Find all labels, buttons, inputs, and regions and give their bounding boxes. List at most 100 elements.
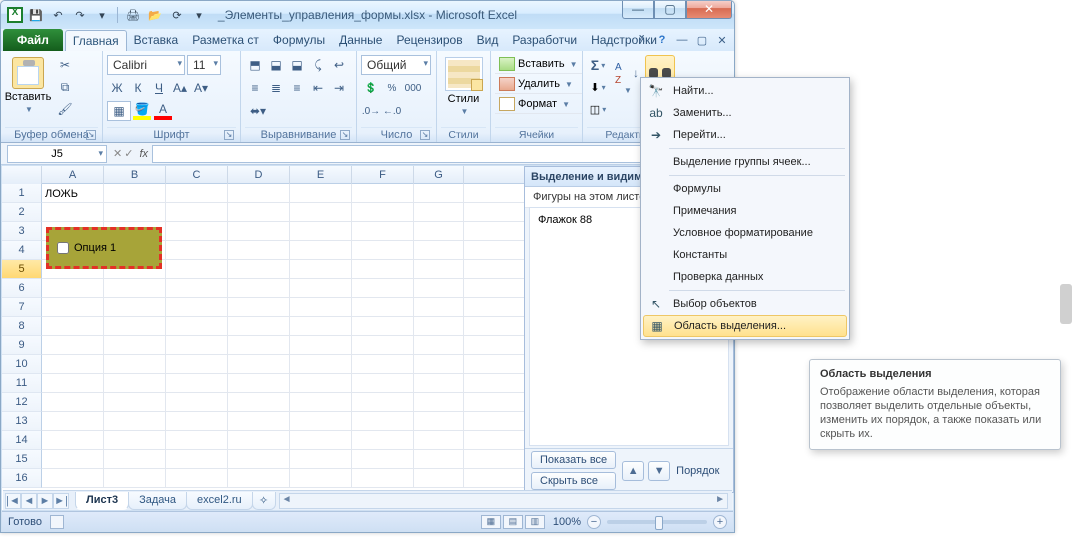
col-header[interactable]: F — [352, 166, 414, 184]
first-sheet-icon[interactable]: |◄ — [5, 493, 21, 509]
cell[interactable] — [414, 222, 464, 241]
horizontal-scrollbar[interactable] — [279, 493, 728, 509]
row-header[interactable]: 8 — [2, 317, 42, 336]
align-bottom-icon[interactable]: ⬓ — [287, 55, 307, 75]
cell[interactable] — [104, 431, 166, 450]
currency-icon[interactable]: 💲 — [361, 78, 381, 98]
menu-item[interactable]: ↖Выбор объектов — [643, 293, 847, 315]
cell[interactable] — [228, 317, 290, 336]
menu-item[interactable]: ➔Перейти... — [643, 124, 847, 146]
menu-item[interactable]: Формулы — [643, 178, 847, 200]
cell[interactable] — [104, 336, 166, 355]
cell[interactable] — [290, 469, 352, 488]
cell[interactable] — [104, 203, 166, 222]
cell[interactable] — [166, 450, 228, 469]
comma-icon[interactable]: 000 — [403, 78, 423, 98]
file-tab[interactable]: Файл — [3, 29, 63, 51]
open-icon[interactable]: 📂 — [146, 6, 164, 24]
tab-layout[interactable]: Разметка ст — [185, 30, 266, 51]
paste-button[interactable]: Вставить ▼ — [5, 55, 51, 125]
cell[interactable] — [104, 317, 166, 336]
italic-button[interactable]: К — [128, 78, 148, 98]
menu-item[interactable]: Примечания — [643, 200, 847, 222]
cell[interactable] — [42, 374, 104, 393]
cell[interactable] — [42, 469, 104, 488]
cell[interactable] — [414, 374, 464, 393]
cell[interactable] — [166, 222, 228, 241]
cell[interactable] — [414, 450, 464, 469]
cell[interactable] — [166, 298, 228, 317]
mdi-restore-icon[interactable]: ▢ — [694, 32, 710, 48]
number-format-combo[interactable]: Общий — [361, 55, 431, 75]
font-color-button[interactable]: A — [153, 101, 173, 121]
menu-item[interactable]: ▦Область выделения... — [643, 315, 847, 337]
col-header[interactable]: D — [228, 166, 290, 184]
cell[interactable] — [166, 336, 228, 355]
row-header[interactable]: 14 — [2, 431, 42, 450]
macro-record-icon[interactable] — [50, 515, 64, 529]
cell[interactable] — [414, 279, 464, 298]
cell[interactable] — [414, 355, 464, 374]
cell[interactable] — [42, 431, 104, 450]
cell[interactable] — [290, 260, 352, 279]
row-header[interactable]: 1 — [2, 184, 42, 203]
cell[interactable] — [290, 317, 352, 336]
cell[interactable] — [414, 241, 464, 260]
close-button[interactable]: ✕ — [686, 0, 732, 19]
cut-icon[interactable]: ✂ — [54, 55, 76, 75]
underline-button[interactable]: Ч — [149, 78, 169, 98]
cell[interactable] — [414, 393, 464, 412]
cell[interactable] — [352, 412, 414, 431]
cell[interactable] — [414, 469, 464, 488]
increase-indent-icon[interactable]: ⇥ — [329, 78, 349, 98]
row-header[interactable]: 2 — [2, 203, 42, 222]
maximize-button[interactable]: ▢ — [654, 0, 686, 19]
inc-decimal-icon[interactable]: .0→ — [361, 101, 381, 121]
save-icon[interactable]: 💾 — [27, 6, 45, 24]
cell[interactable] — [42, 279, 104, 298]
col-header[interactable]: G — [414, 166, 464, 184]
new-sheet-button[interactable]: ✧ — [252, 492, 276, 510]
sort-filter-button[interactable]: ↓ ▼ — [611, 55, 643, 101]
checkbox-control[interactable] — [57, 242, 69, 254]
col-header[interactable]: B — [104, 166, 166, 184]
cell[interactable] — [352, 260, 414, 279]
cell[interactable] — [290, 203, 352, 222]
tab-data[interactable]: Данные — [332, 30, 389, 51]
font-size-combo[interactable]: 11 — [187, 55, 221, 75]
cell[interactable] — [104, 279, 166, 298]
clear-button[interactable]: ◫▾ — [587, 99, 609, 119]
row-header[interactable]: 5 — [2, 260, 42, 279]
cell[interactable] — [42, 450, 104, 469]
fill-color-button[interactable]: 🪣 — [132, 101, 152, 121]
dialog-launcher-icon[interactable]: ↘ — [86, 130, 96, 140]
delete-cells-button[interactable]: Удалить▼ — [495, 75, 582, 94]
row-header[interactable]: 15 — [2, 450, 42, 469]
cell[interactable] — [42, 298, 104, 317]
cell[interactable] — [414, 317, 464, 336]
format-cells-button[interactable]: Формат▼ — [495, 95, 582, 114]
cell[interactable] — [166, 393, 228, 412]
cell[interactable] — [228, 450, 290, 469]
tab-formulas[interactable]: Формулы — [266, 30, 332, 51]
cell[interactable] — [352, 184, 414, 203]
cell[interactable] — [42, 393, 104, 412]
cell[interactable] — [414, 431, 464, 450]
cell[interactable] — [290, 412, 352, 431]
cell[interactable] — [166, 412, 228, 431]
help-icon[interactable]: ? — [654, 32, 670, 48]
col-header[interactable]: E — [290, 166, 352, 184]
align-left-icon[interactable]: ≡ — [245, 78, 265, 98]
cell[interactable] — [352, 393, 414, 412]
cell[interactable] — [352, 241, 414, 260]
cell[interactable] — [104, 355, 166, 374]
wrap-text-icon[interactable]: ↩ — [329, 55, 349, 75]
menu-item[interactable]: Проверка данных — [643, 266, 847, 288]
name-box[interactable]: J5 — [7, 145, 107, 163]
row-header[interactable]: 9 — [2, 336, 42, 355]
cell[interactable] — [290, 450, 352, 469]
page-break-view-icon[interactable]: ▥ — [525, 515, 545, 529]
sheet-tab[interactable]: excel2.ru — [186, 492, 253, 510]
tab-view[interactable]: Вид — [470, 30, 506, 51]
cell[interactable] — [166, 469, 228, 488]
